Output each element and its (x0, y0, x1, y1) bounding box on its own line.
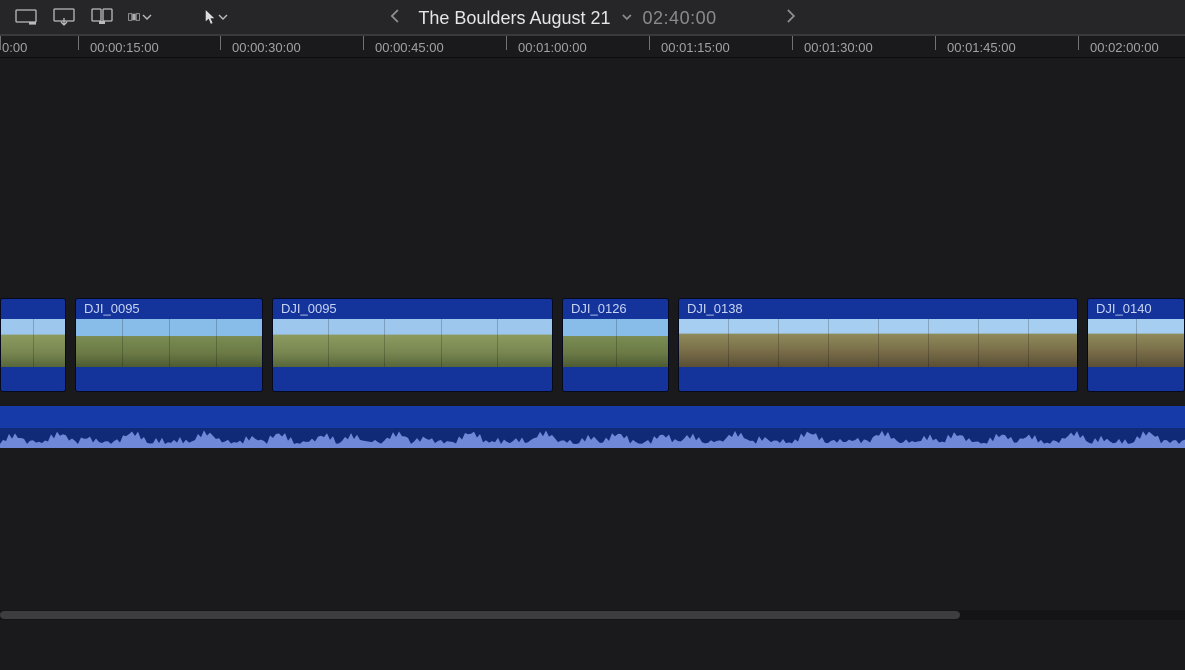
ruler-label: 00:00:15:00 (90, 40, 159, 55)
overwrite-clip-icon[interactable] (128, 7, 152, 27)
clip-label: DJI_0126 (571, 301, 627, 316)
timeline[interactable]: DJI_0095 DJI_0095 DJI_0126 DJI_0138 DJI_0140… (0, 58, 1185, 644)
clip-thumbnails (1088, 319, 1184, 367)
project-title: The Boulders August 21 (418, 8, 610, 29)
video-clip[interactable]: DJI_0140 (1087, 298, 1185, 392)
ruler-tick (363, 36, 364, 50)
video-clip[interactable]: DJI_0095 (75, 298, 263, 392)
chevron-down-icon[interactable] (621, 9, 633, 27)
scrollbar-thumb[interactable] (0, 611, 960, 619)
chevron-down-icon[interactable] (142, 13, 152, 21)
prev-button-icon[interactable] (388, 8, 400, 29)
ruler-label: 00:00:30:00 (232, 40, 301, 55)
clip-thumbnails (563, 319, 668, 367)
audio-clip-body (0, 406, 1185, 428)
ruler-tick (649, 36, 650, 50)
chevron-down-icon[interactable] (218, 13, 228, 21)
pointer-tool-icon[interactable] (204, 7, 228, 27)
project-title-wrap[interactable]: The Boulders August 21 02:40:00 (418, 8, 716, 29)
ruler-tick (220, 36, 221, 50)
clip-thumbnails (273, 319, 552, 367)
ruler-tick (78, 36, 79, 50)
ruler-tick (1078, 36, 1079, 50)
video-clip[interactable]: DJI_0126 (562, 298, 669, 392)
insert-clip-icon[interactable] (52, 7, 76, 27)
connect-clip-icon[interactable] (90, 7, 114, 27)
toolbar-left (0, 7, 228, 27)
time-ruler[interactable]: 0:00 00:00:15:00 00:00:30:00 00:00:45:00 00:… (0, 36, 1185, 58)
ruler-tick (506, 36, 507, 50)
horizontal-scrollbar[interactable] (0, 610, 1185, 620)
ruler-tick (792, 36, 793, 50)
video-clip[interactable]: DJI_0095 (272, 298, 553, 392)
toolbar: The Boulders August 21 02:40:00 (0, 0, 1185, 36)
video-track[interactable]: DJI_0095 DJI_0095 DJI_0126 DJI_0138 DJI_0140 (0, 298, 1185, 392)
next-button-icon[interactable] (785, 8, 797, 29)
ruler-tick (935, 36, 936, 50)
ruler-label: 00:01:15:00 (661, 40, 730, 55)
clip-label: DJI_0095 (84, 301, 140, 316)
ruler-label: 0:00 (2, 40, 27, 55)
ruler-label: 00:00:45:00 (375, 40, 444, 55)
ruler-tick (0, 36, 1, 50)
clip-label: DJI_0140 (1096, 301, 1152, 316)
clip-thumbnails (76, 319, 262, 367)
toolbar-center: The Boulders August 21 02:40:00 (388, 0, 796, 36)
video-clip[interactable] (0, 298, 66, 392)
video-clip[interactable]: DJI_0138 (678, 298, 1078, 392)
append-clip-icon[interactable] (14, 7, 38, 27)
ruler-label: 00:01:00:00 (518, 40, 587, 55)
timecode-display: 02:40:00 (643, 8, 717, 29)
clip-label: DJI_0095 (281, 301, 337, 316)
ruler-label: 00:01:30:00 (804, 40, 873, 55)
clip-thumbnails (679, 319, 1077, 367)
audio-waveform (0, 428, 1185, 448)
clip-label: DJI_0138 (687, 301, 743, 316)
clip-thumbnails (1, 319, 65, 367)
audio-track[interactable]: ers (0, 406, 1185, 448)
ruler-label: 00:02:00:00 (1090, 40, 1159, 55)
ruler-label: 00:01:45:00 (947, 40, 1016, 55)
